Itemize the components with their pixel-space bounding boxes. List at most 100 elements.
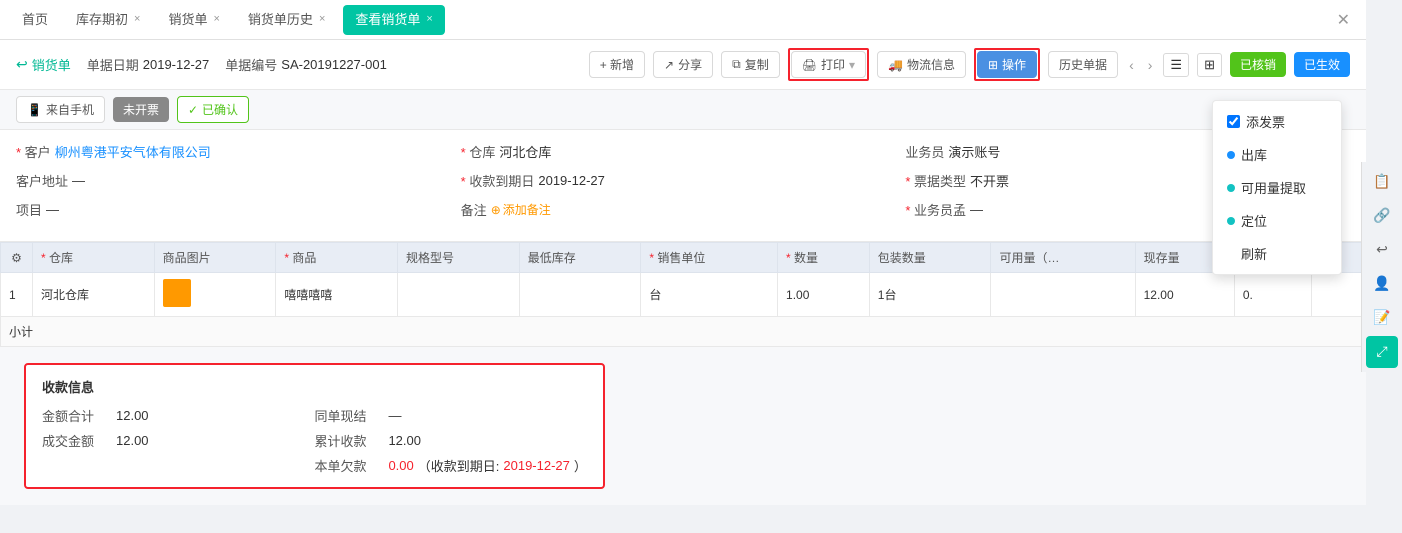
sidebar-icon-return[interactable]: ↩	[1366, 234, 1398, 266]
staff2-label: 业务员孟	[905, 200, 966, 219]
same-order-label: 同单现结	[314, 406, 384, 425]
ticket-type-value: 不开票	[970, 171, 1009, 190]
locate-dot	[1227, 217, 1235, 225]
row-unit: 台	[641, 273, 778, 317]
sidebar-icon-expand[interactable]: ⤢	[1366, 336, 1398, 368]
debt-label: 本单欠款	[314, 456, 384, 475]
debt-note: （收款到期日:	[418, 456, 500, 475]
history-records-button[interactable]: 历史单据	[1048, 51, 1118, 78]
effective-button[interactable]: 已生效	[1294, 52, 1350, 77]
staff-label: 业务员	[905, 142, 944, 161]
list-view-icon: ☰	[1170, 57, 1182, 73]
available-qty-dot	[1227, 184, 1235, 192]
doc-number-label: 单据编号 SA-20191227-001	[225, 55, 387, 74]
table-wrap: ⚙ 仓库 商品图片 商品 规格型号 最低库存 销售单位 数量 包装数量 可用量（…	[0, 242, 1366, 347]
tab-bar-close[interactable]: ✕	[1329, 10, 1358, 30]
table-row: 1 河北仓库 嘻嘻嘻嘻 台 1.00 1台 12.00 0.	[1, 273, 1366, 317]
row-product-name: 嘻嘻嘻嘻	[276, 273, 398, 317]
dropdown-add-invoice[interactable]: 添发票	[1213, 105, 1341, 138]
debt-date: 2019-12-27	[503, 458, 570, 473]
doc-header: ↩ 销货单 单据日期 2019-12-27 单据编号 SA-20191227-0…	[0, 40, 1366, 90]
view-grid-btn[interactable]: ⊞	[1197, 53, 1222, 77]
cumulative-row: 累计收款 12.00	[314, 431, 586, 450]
summary-box: 收款信息 金额合计 12.00 同单现结 — 成交金额 12.00	[24, 363, 605, 489]
view-list-btn[interactable]: ☰	[1163, 53, 1189, 77]
print-ops-highlight: 🖨 打印 ▾	[788, 48, 869, 81]
sidebar-icon-link[interactable]: 🔗	[1366, 200, 1398, 232]
payment-date-field: 收款到期日 2019-12-27	[461, 171, 906, 190]
note-field: 备注 ⊕ 添加备注	[461, 200, 906, 219]
row-warehouse: 河北仓库	[33, 273, 155, 317]
col-settings[interactable]: ⚙	[1, 243, 33, 273]
sidebar-icon-notes[interactable]: 📋	[1366, 166, 1398, 198]
tab-close-sales[interactable]: ×	[213, 13, 219, 25]
print-button[interactable]: 🖨 打印 ▾	[791, 51, 866, 78]
summary-section: 收款信息 金额合计 12.00 同单现结 — 成交金额 12.00	[0, 347, 1366, 505]
customer-label: 客户	[16, 142, 51, 161]
grid-view-icon: ⊞	[1204, 57, 1215, 73]
add-invoice-checkbox[interactable]	[1227, 115, 1240, 128]
dropdown-outbound[interactable]: 出库	[1213, 138, 1341, 171]
sidebar-icon-edit[interactable]: 📝	[1366, 302, 1398, 334]
col-product-img: 商品图片	[154, 243, 276, 273]
col-spec: 规格型号	[398, 243, 520, 273]
confirm-button[interactable]: ✓ 已确认	[177, 96, 249, 123]
col-qty: 数量	[778, 243, 870, 273]
toolbar-row: 📱 来自手机 未开票 ✓ 已确认	[0, 90, 1366, 130]
note-label: 备注	[461, 200, 487, 219]
customer-value[interactable]: 柳州粤港平安气体有限公司	[55, 142, 211, 161]
warehouse-value: 河北仓库	[499, 142, 551, 161]
not-open-button[interactable]: 未开票	[113, 97, 169, 122]
nav-next[interactable]: ›	[1145, 57, 1156, 73]
deal-value: 12.00	[116, 433, 149, 448]
locate-label: 定位	[1241, 211, 1267, 230]
phone-icon: 📱	[27, 103, 42, 117]
doc-date-label: 单据日期 2019-12-27	[87, 55, 210, 74]
from-phone-button[interactable]: 📱 来自手机	[16, 96, 105, 123]
add-note-button[interactable]: ⊕ 添加备注	[491, 201, 551, 218]
col-warehouse: 仓库	[33, 243, 155, 273]
copy-button[interactable]: ⧉ 复制	[721, 51, 780, 78]
right-sidebar: 📋 🔗 ↩ 👤 📝 ⤢	[1361, 162, 1402, 372]
dropdown-refresh[interactable]: 刷新	[1213, 237, 1341, 270]
subtotal-label: 小计	[1, 317, 1366, 347]
payment-date-label: 收款到期日	[461, 171, 535, 190]
available-qty-label: 可用量提取	[1241, 178, 1306, 197]
outbound-dot	[1227, 151, 1235, 159]
row-spec	[398, 273, 520, 317]
payment-date-value: 2019-12-27	[538, 173, 605, 188]
operations-button[interactable]: ⊞ 操作	[977, 51, 1037, 78]
outbound-label: 出库	[1241, 145, 1267, 164]
tab-inventory-init[interactable]: 库存期初 ×	[62, 0, 154, 40]
product-thumbnail	[163, 279, 191, 307]
row-price: 0.	[1234, 273, 1311, 317]
tab-close-view[interactable]: ×	[426, 13, 432, 25]
summary-grid: 金额合计 12.00 同单现结 — 成交金额 12.00 累计收款 12.00	[42, 406, 587, 475]
tab-home[interactable]: 首页	[8, 0, 62, 40]
sold-out-button[interactable]: 已核销	[1230, 52, 1286, 77]
tab-close-inventory[interactable]: ×	[134, 13, 140, 25]
share-button[interactable]: ↗ 分享	[653, 51, 713, 78]
ticket-type-label: 票据类型	[905, 171, 966, 190]
operations-highlight: ⊞ 操作	[974, 48, 1040, 81]
print-dropdown-arrow: ▾	[849, 58, 855, 72]
total-row: 金额合计 12.00	[42, 406, 314, 425]
project-field: 项目 —	[16, 200, 461, 219]
warehouse-label: 仓库	[461, 142, 496, 161]
doc-meta: 单据日期 2019-12-27 单据编号 SA-20191227-001	[87, 55, 387, 74]
customer-field: 客户 柳州粤港平安气体有限公司	[16, 142, 461, 161]
nav-prev[interactable]: ‹	[1126, 57, 1137, 73]
doc-actions: + 新增 ↗ 分享 ⧉ 复制 🖨 打印 ▾ 🚚	[589, 48, 1350, 81]
tab-view-sales[interactable]: 查看销货单 ×	[343, 5, 444, 35]
new-button[interactable]: + 新增	[589, 51, 645, 78]
dropdown-available-qty[interactable]: 可用量提取	[1213, 171, 1341, 204]
dropdown-locate[interactable]: 定位	[1213, 204, 1341, 237]
debt-value: 0.00	[388, 458, 413, 473]
tab-sales-order[interactable]: 销货单 ×	[154, 0, 233, 40]
cumulative-label: 累计收款	[314, 431, 384, 450]
logistics-button[interactable]: 🚚 物流信息	[877, 51, 966, 78]
sidebar-icon-user[interactable]: 👤	[1366, 268, 1398, 300]
tab-close-history[interactable]: ×	[319, 13, 325, 25]
row-pack-qty: 1台	[869, 273, 991, 317]
tab-sales-history[interactable]: 销货单历史 ×	[234, 0, 339, 40]
